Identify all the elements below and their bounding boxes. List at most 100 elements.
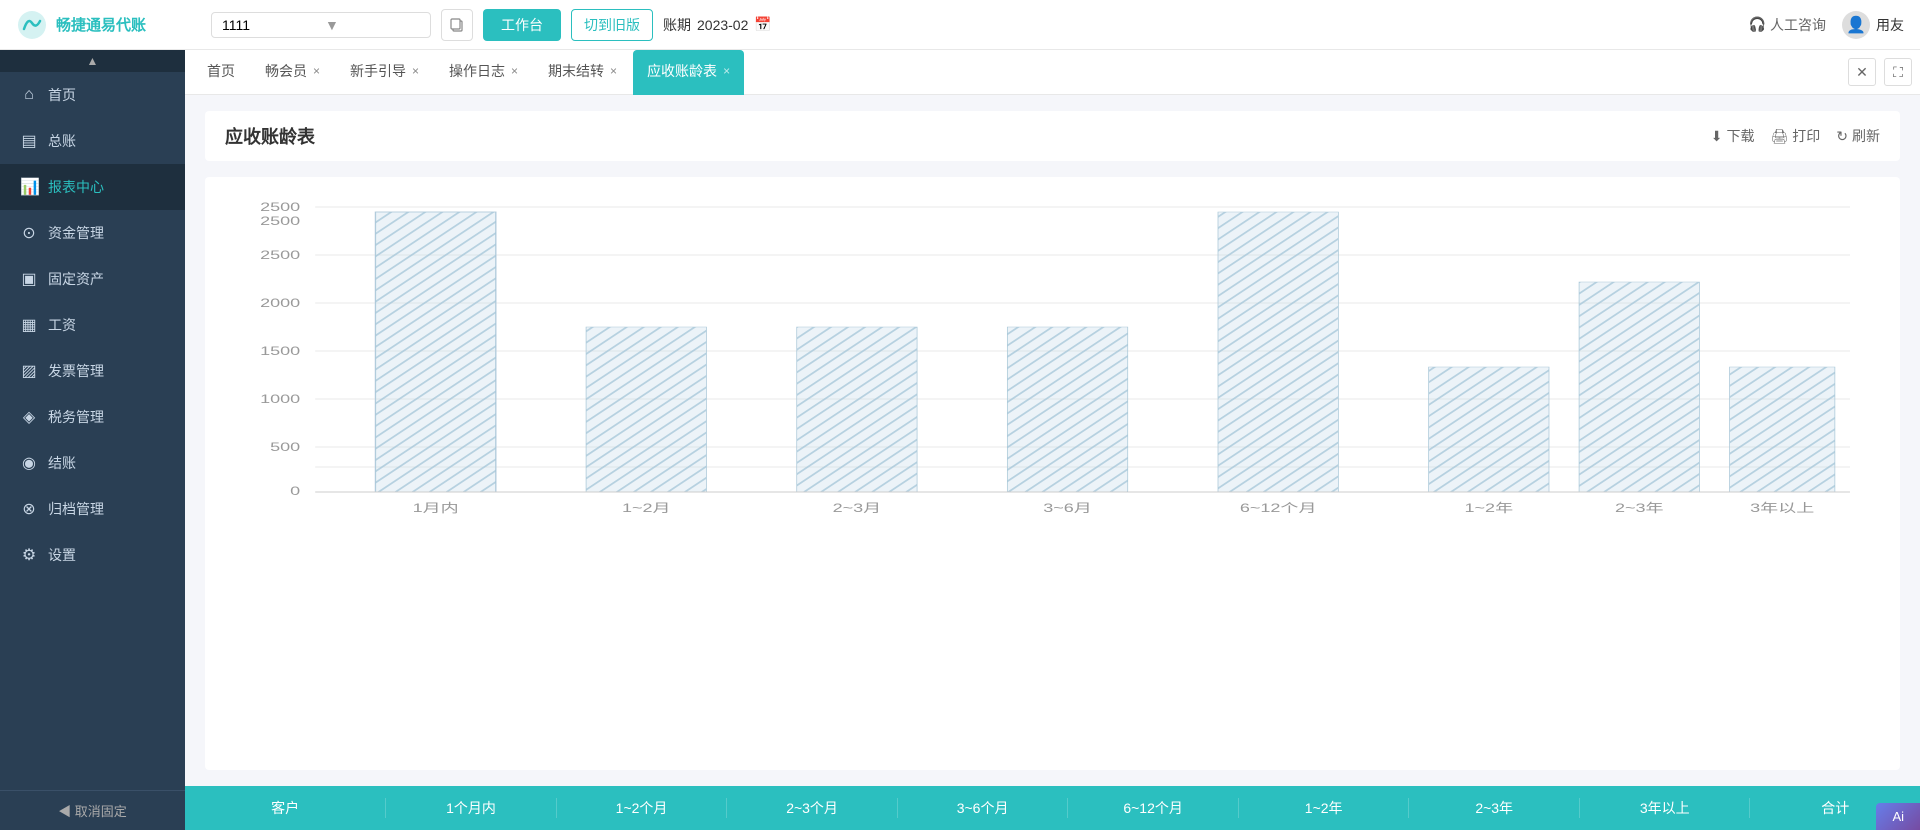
- funds-icon: ⊙: [20, 223, 38, 243]
- svg-text:3~6月: 3~6月: [1043, 502, 1092, 515]
- refresh-button[interactable]: ↻ 刷新: [1836, 126, 1880, 146]
- user-avatar: 👤: [1842, 11, 1870, 39]
- headset-icon: 🎧: [1749, 16, 1766, 33]
- tab-period-end-close[interactable]: ×: [610, 64, 617, 78]
- table-col-2-3y: 2~3年: [1409, 798, 1580, 818]
- content-area: 首页 畅会员 × 新手引导 × 操作日志 × 期末结转 × 应收账龄表 ×: [185, 50, 1920, 830]
- svg-text:2~3月: 2~3月: [833, 502, 882, 515]
- sidebar-item-assets[interactable]: ▣ 固定资产: [0, 256, 185, 302]
- svg-text:1000: 1000: [260, 393, 300, 406]
- ai-badge[interactable]: Ai: [1876, 803, 1920, 830]
- sidebar-label-tax: 税务管理: [48, 407, 104, 427]
- consult-button[interactable]: 🎧 人工咨询: [1749, 15, 1826, 35]
- cancel-fixed-label: ◀ 取消固定: [58, 801, 127, 820]
- table-col-3y-plus: 3年以上: [1580, 798, 1751, 818]
- sidebar-label-assets: 固定资产: [48, 269, 104, 289]
- svg-text:6~12个月: 6~12个月: [1240, 502, 1317, 515]
- sidebar-item-payroll[interactable]: ▦ 工资: [0, 302, 185, 348]
- checkout-icon: ◉: [20, 453, 38, 473]
- table-col-1-2y: 1~2年: [1239, 798, 1410, 818]
- sidebar-label-payroll: 工资: [48, 315, 76, 335]
- sidebar-item-reports[interactable]: 📊 报表中心: [0, 164, 185, 210]
- page-content: 应收账龄表 ⬇ 下载 🖨 打印 ↻ 刷新: [185, 95, 1920, 786]
- sidebar-item-checkout[interactable]: ◉ 结账: [0, 440, 185, 486]
- download-icon: ⬇: [1711, 128, 1723, 145]
- tab-home-label: 首页: [207, 61, 235, 81]
- ai-label: Ai: [1892, 809, 1904, 824]
- tab-close-all-button[interactable]: ✕: [1848, 58, 1876, 86]
- chart-wrapper: 0 500 1000 1500 2000 2500 2500 2500: [205, 177, 1900, 770]
- sidebar-label-invoice: 发票管理: [48, 361, 104, 381]
- tab-member-close[interactable]: ×: [313, 64, 320, 78]
- page-header: 应收账龄表 ⬇ 下载 🖨 打印 ↻ 刷新: [205, 111, 1900, 161]
- tax-icon: ◈: [20, 407, 38, 427]
- workbench-button[interactable]: 工作台: [483, 9, 561, 41]
- sidebar-item-tax[interactable]: ◈ 税务管理: [0, 394, 185, 440]
- sidebar-label-checkout: 结账: [48, 453, 76, 473]
- tab-guide-label: 新手引导: [350, 61, 406, 81]
- tab-home[interactable]: 首页: [193, 50, 249, 95]
- sidebar-item-settings[interactable]: ⚙ 设置: [0, 532, 185, 578]
- sidebar-label-archive: 归档管理: [48, 499, 104, 519]
- page-actions: ⬇ 下载 🖨 打印 ↻ 刷新: [1711, 126, 1880, 146]
- logo-icon: [16, 9, 48, 41]
- svg-text:2500: 2500: [260, 201, 300, 214]
- sidebar-item-invoice[interactable]: ▨ 发票管理: [0, 348, 185, 394]
- account-dropdown-arrow: ▼: [325, 17, 420, 33]
- refresh-icon: ↻: [1836, 128, 1848, 145]
- download-button[interactable]: ⬇ 下载: [1711, 126, 1755, 146]
- svg-text:500: 500: [270, 441, 300, 454]
- tab-aging-label: 应收账龄表: [647, 61, 717, 81]
- tab-log-label: 操作日志: [449, 61, 505, 81]
- period-value: 2023-02: [697, 17, 748, 33]
- svg-text:2500: 2500: [260, 215, 300, 228]
- sidebar-scroll-up[interactable]: ▲: [0, 50, 185, 72]
- print-button[interactable]: 🖨 打印: [1770, 126, 1820, 146]
- copy-icon: [449, 17, 465, 33]
- tab-aging[interactable]: 应收账龄表 ×: [633, 50, 744, 95]
- tab-log[interactable]: 操作日志 ×: [435, 50, 532, 95]
- tab-aging-close[interactable]: ×: [723, 64, 730, 78]
- page-title: 应收账龄表: [225, 123, 315, 149]
- table-col-2-3m: 2~3个月: [727, 798, 898, 818]
- chart-container: 0 500 1000 1500 2000 2500 2500 2500: [225, 197, 1880, 537]
- home-icon: ⌂: [20, 86, 38, 104]
- tab-member-label: 畅会员: [265, 61, 307, 81]
- period-area: 账期 2023-02 📅: [663, 15, 772, 35]
- tab-guide[interactable]: 新手引导 ×: [336, 50, 433, 95]
- ledger-icon: ▤: [20, 131, 38, 151]
- user-label: 用友: [1876, 15, 1904, 35]
- logo-text: 畅捷通易代账: [56, 14, 146, 35]
- svg-text:1~2年: 1~2年: [1464, 502, 1513, 515]
- invoice-icon: ▨: [20, 361, 38, 381]
- table-col-1m: 1个月内: [386, 798, 557, 818]
- switch-old-button[interactable]: 切到旧版: [571, 9, 653, 41]
- print-icon: 🖨: [1770, 128, 1788, 145]
- table-col-1-2m: 1~2个月: [557, 798, 728, 818]
- cancel-fixed-button[interactable]: ◀ 取消固定: [0, 790, 185, 830]
- reports-icon: 📊: [20, 177, 38, 197]
- sidebar: ▲ ⌂ 首页 ▤ 总账 📊 报表中心 ⊙ 资金管理 ▣ 固定资产 ▦ 工资 ▨ …: [0, 50, 185, 830]
- print-label: 打印: [1792, 126, 1820, 146]
- sidebar-item-archive[interactable]: ⊗ 归档管理: [0, 486, 185, 532]
- tab-period-end[interactable]: 期末结转 ×: [534, 50, 631, 95]
- tab-guide-close[interactable]: ×: [412, 64, 419, 78]
- sidebar-item-home[interactable]: ⌂ 首页: [0, 72, 185, 118]
- account-selector[interactable]: 1111 ▼: [211, 12, 431, 38]
- svg-text:1~2月: 1~2月: [622, 502, 671, 515]
- tab-log-close[interactable]: ×: [511, 64, 518, 78]
- tabs-bar: 首页 畅会员 × 新手引导 × 操作日志 × 期末结转 × 应收账龄表 ×: [185, 50, 1920, 95]
- settings-icon: ⚙: [20, 545, 38, 565]
- copy-button[interactable]: [441, 9, 473, 41]
- sidebar-label-funds: 资金管理: [48, 223, 104, 243]
- sidebar-item-funds[interactable]: ⊙ 资金管理: [0, 210, 185, 256]
- consult-label: 人工咨询: [1770, 15, 1826, 35]
- user-area[interactable]: 👤 用友: [1842, 11, 1904, 39]
- period-label: 账期: [663, 15, 691, 35]
- tab-expand-button[interactable]: ⛶: [1884, 58, 1912, 86]
- sidebar-item-ledger[interactable]: ▤ 总账: [0, 118, 185, 164]
- tab-member[interactable]: 畅会员 ×: [251, 50, 334, 95]
- calendar-icon[interactable]: 📅: [754, 16, 771, 33]
- sidebar-label-home: 首页: [48, 85, 76, 105]
- top-header: 畅捷通易代账 1111 ▼ 工作台 切到旧版 账期 2023-02 📅 🎧 人工…: [0, 0, 1920, 50]
